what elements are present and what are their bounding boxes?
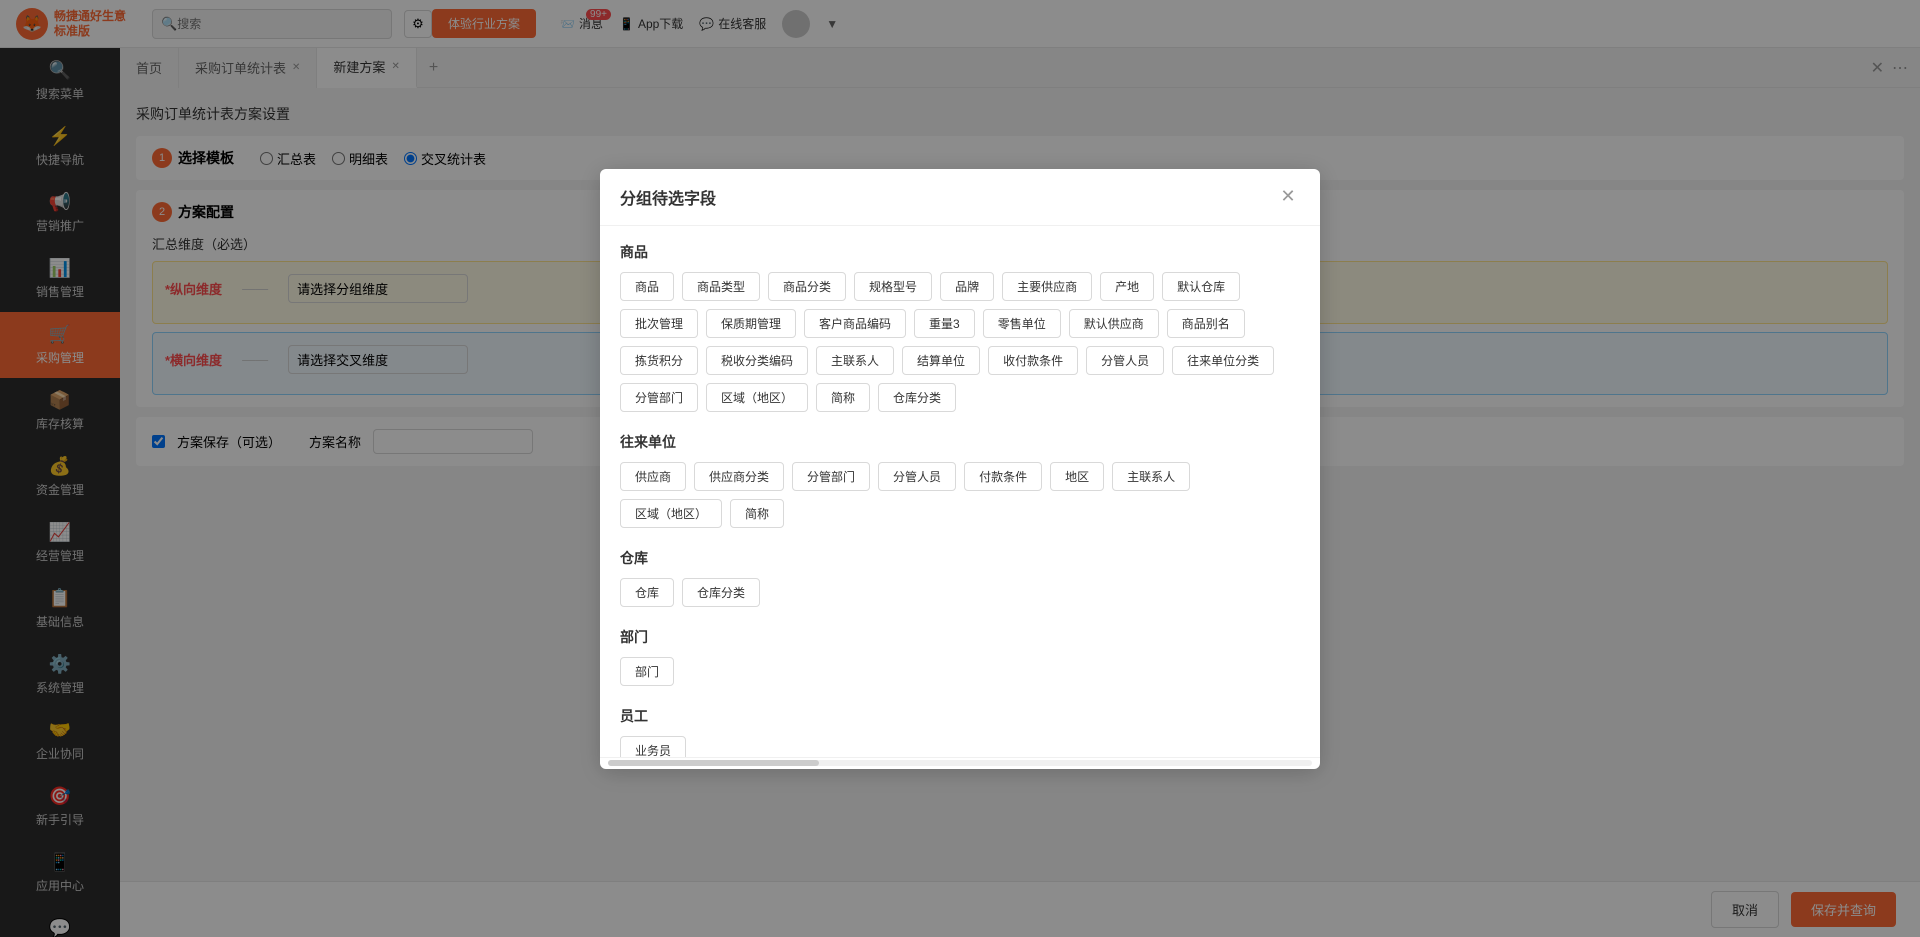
field-tag-0-25[interactable]: 仓库分类 [878, 383, 956, 412]
field-tag-0-16[interactable]: 税收分类编码 [706, 346, 808, 375]
modal-section-0: 商品商品商品类型商品分类规格型号品牌主要供应商产地默认仓库批次管理保质期管理客户… [620, 242, 1300, 412]
field-tag-0-15[interactable]: 拣货积分 [620, 346, 698, 375]
field-tag-1-3[interactable]: 分管人员 [878, 462, 956, 491]
field-tag-1-8[interactable]: 简称 [730, 499, 784, 528]
modal-section-title-1: 往来单位 [620, 432, 1300, 452]
field-tag-0-22[interactable]: 分管部门 [620, 383, 698, 412]
modal-body[interactable]: 商品商品商品类型商品分类规格型号品牌主要供应商产地默认仓库批次管理保质期管理客户… [600, 226, 1320, 757]
field-tag-0-5[interactable]: 主要供应商 [1002, 272, 1092, 301]
field-tag-0-24[interactable]: 简称 [816, 383, 870, 412]
field-tags-0: 商品商品类型商品分类规格型号品牌主要供应商产地默认仓库批次管理保质期管理客户商品… [620, 272, 1300, 412]
field-tag-0-8[interactable]: 批次管理 [620, 309, 698, 338]
modal-section-2: 仓库仓库仓库分类 [620, 548, 1300, 607]
field-tag-0-19[interactable]: 收付款条件 [988, 346, 1078, 375]
field-tag-0-18[interactable]: 结算单位 [902, 346, 980, 375]
modal-section-1: 往来单位供应商供应商分类分管部门分管人员付款条件地区主联系人区域（地区） 简称 [620, 432, 1300, 528]
modal-header: 分组待选字段 ✕ [600, 169, 1320, 226]
modal-section-title-3: 部门 [620, 627, 1300, 647]
field-tags-1: 供应商供应商分类分管部门分管人员付款条件地区主联系人区域（地区） 简称 [620, 462, 1300, 528]
field-tags-2: 仓库仓库分类 [620, 578, 1300, 607]
field-tag-1-1[interactable]: 供应商分类 [694, 462, 784, 491]
modal-section-title-2: 仓库 [620, 548, 1300, 568]
modal-close-button[interactable]: ✕ [1276, 185, 1300, 209]
field-tag-1-0[interactable]: 供应商 [620, 462, 686, 491]
field-tag-0-12[interactable]: 零售单位 [983, 309, 1061, 338]
modal-section-3: 部门部门 [620, 627, 1300, 686]
field-tag-0-23[interactable]: 区域（地区） [706, 383, 808, 412]
field-tag-0-21[interactable]: 往来单位分类 [1172, 346, 1274, 375]
field-tag-1-7[interactable]: 区域（地区） [620, 499, 722, 528]
field-tag-2-0[interactable]: 仓库 [620, 578, 674, 607]
field-tag-0-1[interactable]: 商品类型 [682, 272, 760, 301]
field-tag-0-2[interactable]: 商品分类 [768, 272, 846, 301]
field-tag-1-6[interactable]: 主联系人 [1112, 462, 1190, 491]
field-tags-4: 业务员 [620, 736, 1300, 757]
field-tag-0-0[interactable]: 商品 [620, 272, 674, 301]
field-tag-0-4[interactable]: 品牌 [940, 272, 994, 301]
field-tag-0-17[interactable]: 主联系人 [816, 346, 894, 375]
field-tag-0-9[interactable]: 保质期管理 [706, 309, 796, 338]
modal-section-4: 员工业务员 [620, 706, 1300, 757]
modal-section-title-4: 员工 [620, 706, 1300, 726]
field-tag-0-7[interactable]: 默认仓库 [1162, 272, 1240, 301]
field-tag-0-10[interactable]: 客户商品编码 [804, 309, 906, 338]
field-tag-1-5[interactable]: 地区 [1050, 462, 1104, 491]
field-tag-0-20[interactable]: 分管人员 [1086, 346, 1164, 375]
modal-section-title-0: 商品 [620, 242, 1300, 262]
field-tag-0-13[interactable]: 默认供应商 [1069, 309, 1159, 338]
field-tag-0-6[interactable]: 产地 [1100, 272, 1154, 301]
modal-title: 分组待选字段 [620, 185, 716, 209]
field-tag-4-0[interactable]: 业务员 [620, 736, 686, 757]
field-tag-0-14[interactable]: 商品别名 [1167, 309, 1245, 338]
field-tag-0-3[interactable]: 规格型号 [854, 272, 932, 301]
hscroll-thumb [608, 760, 819, 766]
modal-dialog: 分组待选字段 ✕ 商品商品商品类型商品分类规格型号品牌主要供应商产地默认仓库批次… [600, 169, 1320, 769]
field-tag-0-11[interactable]: 重量3 [914, 309, 975, 338]
field-tag-1-2[interactable]: 分管部门 [792, 462, 870, 491]
field-tag-1-4[interactable]: 付款条件 [964, 462, 1042, 491]
modal-overlay: 分组待选字段 ✕ 商品商品商品类型商品分类规格型号品牌主要供应商产地默认仓库批次… [0, 0, 1920, 937]
modal-hscroll[interactable] [600, 757, 1320, 769]
field-tag-3-0[interactable]: 部门 [620, 657, 674, 686]
field-tags-3: 部门 [620, 657, 1300, 686]
field-tag-2-1[interactable]: 仓库分类 [682, 578, 760, 607]
hscroll-track [608, 760, 1312, 766]
